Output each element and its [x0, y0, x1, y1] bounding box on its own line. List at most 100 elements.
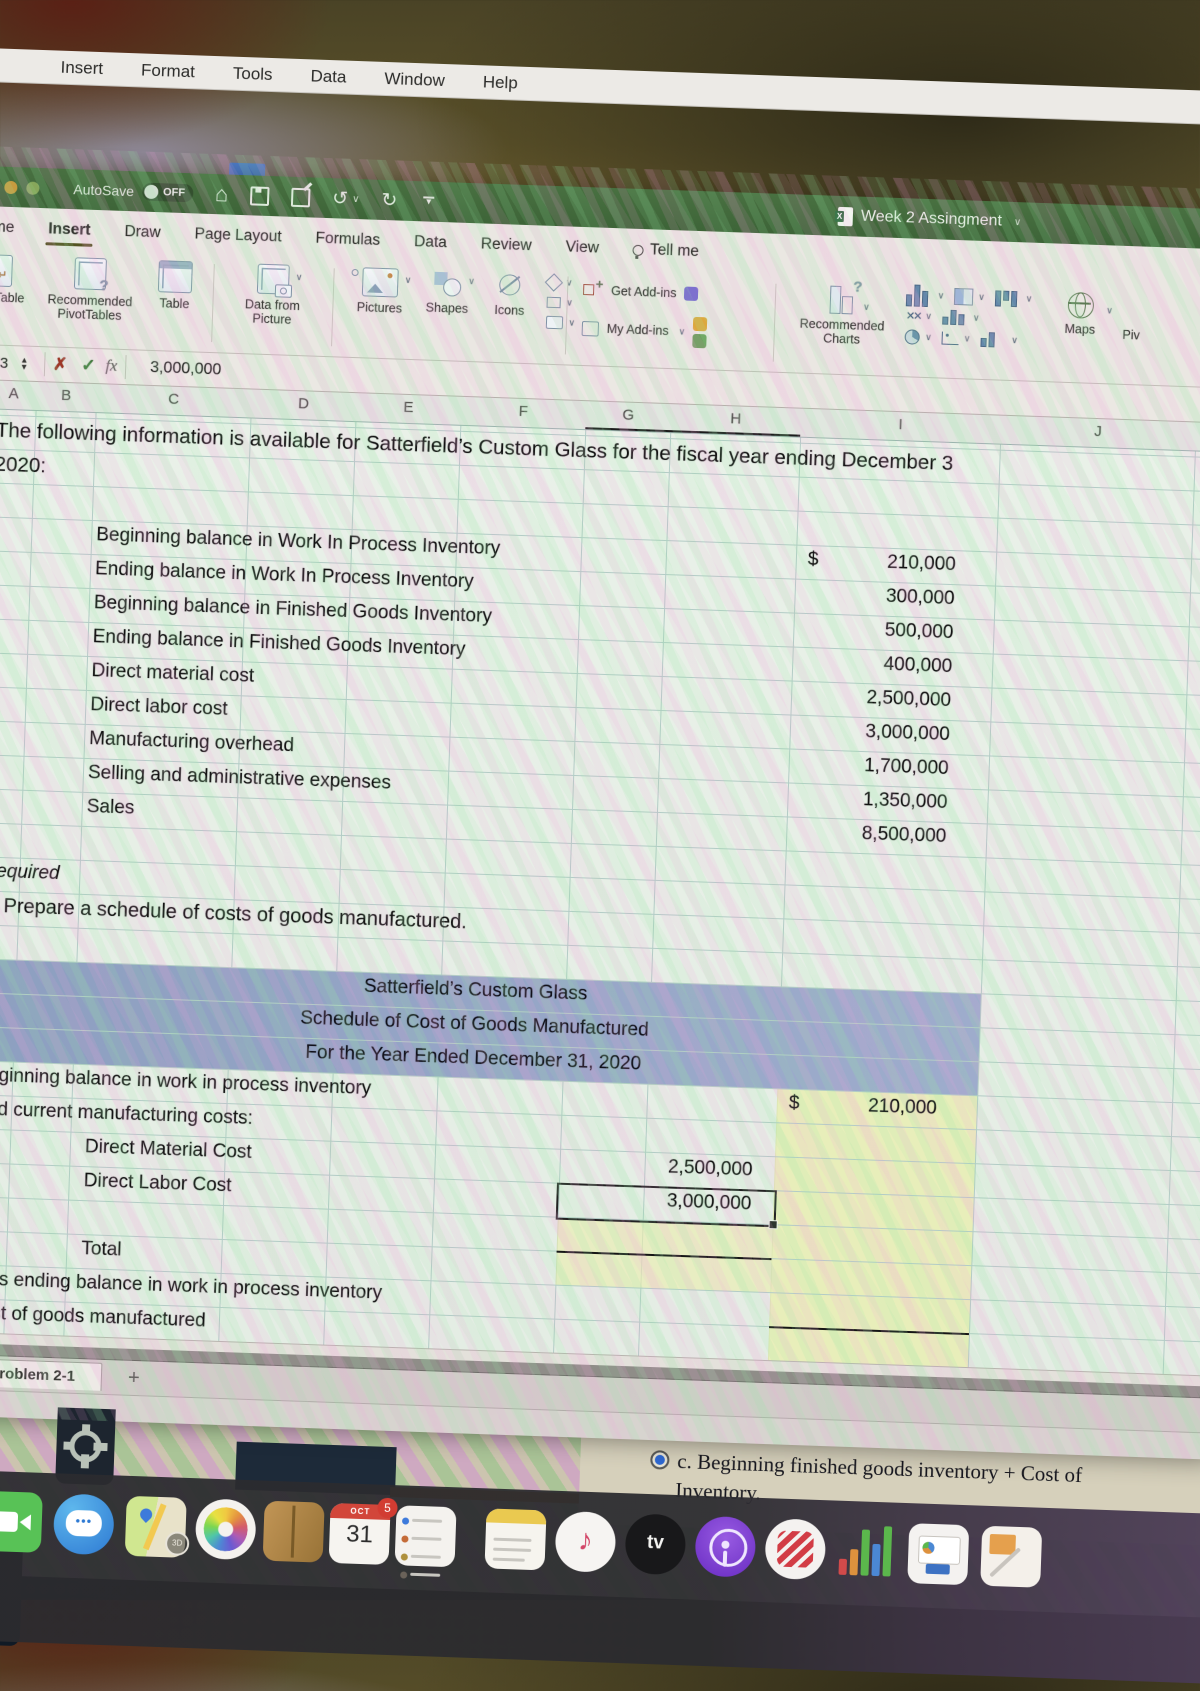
grid-cell[interactable]: [343, 733, 451, 771]
grid-cell[interactable]: [665, 541, 798, 579]
calendar-dock-icon[interactable]: OCT 31 5: [328, 1497, 398, 1565]
recommended-pivottables-button[interactable]: ? Recommended PivotTables: [35, 256, 145, 324]
tab-draw[interactable]: Draw: [122, 219, 163, 246]
grid-cell[interactable]: [234, 832, 342, 869]
cancel-icon[interactable]: ✗: [53, 355, 68, 375]
grid-cell[interactable]: [340, 801, 449, 839]
home-icon[interactable]: ⌂: [215, 181, 229, 207]
column-header-I[interactable]: I: [800, 413, 1000, 437]
grid-cell[interactable]: [0, 483, 35, 518]
grid-cell[interactable]: [667, 473, 800, 511]
grid-cell[interactable]: [974, 1130, 1172, 1171]
grid-cell[interactable]: [448, 737, 576, 775]
grid-cell[interactable]: [0, 755, 25, 790]
grid-cell[interactable]: [352, 462, 460, 499]
grid-cell[interactable]: [323, 1311, 431, 1349]
autosave-toggle[interactable]: OFF: [141, 182, 194, 203]
grid-cell[interactable]: [660, 676, 793, 715]
column-header-H[interactable]: H: [670, 408, 801, 430]
keynote-dock-icon[interactable]: [907, 1523, 970, 1586]
grid-cell[interactable]: [218, 1307, 326, 1345]
grid-cell[interactable]: [652, 914, 785, 953]
grid-cell[interactable]: [656, 778, 790, 817]
podcasts-dock-icon[interactable]: [694, 1515, 757, 1578]
grid-cell[interactable]: [575, 674, 663, 710]
grid-cell[interactable]: [582, 470, 670, 507]
grid-cell[interactable]: [972, 1198, 1170, 1239]
tab-home[interactable]: Home: [0, 214, 17, 242]
grid-cell[interactable]: [30, 518, 93, 555]
grid-cell[interactable]: [576, 640, 664, 677]
grid-cell[interactable]: [986, 790, 1184, 831]
grid-cell[interactable]: [222, 1172, 331, 1209]
grid-cell[interactable]: [221, 1205, 329, 1243]
grid-cell[interactable]: [573, 741, 661, 778]
grid-cell[interactable]: [997, 484, 1195, 525]
grid-cell[interactable]: [443, 873, 571, 911]
pivottable-button[interactable]: ↵ PivotTable: [0, 253, 34, 306]
grid-cell[interactable]: [449, 703, 577, 742]
grid-cell[interactable]: [569, 843, 657, 880]
zoom-window-button[interactable]: [26, 181, 40, 195]
menu-item-data[interactable]: Data: [310, 66, 347, 87]
grid-cell[interactable]: [655, 812, 788, 851]
grid-cell[interactable]: [93, 453, 251, 492]
grid-cell[interactable]: [28, 586, 91, 622]
grid-cell[interactable]: [429, 1281, 557, 1319]
grid-cell[interactable]: [968, 1300, 1167, 1340]
grid-cell[interactable]: [450, 669, 578, 708]
grid-cell[interactable]: [451, 635, 579, 674]
insert-function-icon[interactable]: fx: [105, 357, 117, 375]
grid-cell[interactable]: [5, 1232, 68, 1268]
icons-button[interactable]: Icons: [481, 271, 539, 318]
name-box[interactable]: 23: [0, 353, 13, 372]
grid-cell[interactable]: [327, 1175, 436, 1213]
grid-cell[interactable]: [447, 771, 575, 809]
treemap-chart-icon[interactable]: ∨: [953, 287, 985, 306]
menu-item-tools[interactable]: Tools: [233, 63, 273, 84]
grid-cell[interactable]: [29, 552, 92, 588]
grid-cell[interactable]: [780, 953, 983, 994]
grid-cell[interactable]: [577, 606, 666, 643]
column-header-G[interactable]: G: [586, 405, 672, 425]
column-header-B[interactable]: B: [36, 386, 97, 405]
grid-cell[interactable]: [976, 1096, 1174, 1137]
grid-cell[interactable]: [0, 517, 33, 552]
grid-cell[interactable]: [344, 699, 452, 737]
grid-cell[interactable]: [581, 504, 669, 541]
grid-cell[interactable]: [345, 665, 453, 703]
tab-insert[interactable]: Insert: [46, 216, 93, 244]
tab-review[interactable]: Review: [478, 231, 534, 259]
grid-cell[interactable]: [432, 1179, 560, 1217]
grid-cell[interactable]: [561, 1081, 649, 1118]
tab-data[interactable]: Data: [412, 229, 450, 256]
menu-item-help[interactable]: Help: [482, 72, 518, 93]
grid-cell[interactable]: [637, 1322, 771, 1361]
menu-item-format[interactable]: Format: [141, 60, 195, 82]
ribbon-collapse-icon[interactable]: ▾: [423, 196, 435, 208]
grid-cell[interactable]: [572, 775, 660, 812]
document-title-area[interactable]: Week 2 Assingment ∨: [837, 196, 1022, 242]
grid-cell[interactable]: [980, 960, 1178, 1001]
grid-cell[interactable]: [457, 465, 585, 504]
pie-chart-icon[interactable]: ∨: [904, 328, 932, 345]
grid-cell[interactable]: [326, 1209, 434, 1247]
grid-cell[interactable]: [444, 839, 572, 877]
formula-bar-value[interactable]: 3,000,000: [150, 359, 222, 379]
grid-cell[interactable]: [21, 790, 84, 826]
grid-cell[interactable]: [456, 499, 584, 538]
grid-cell[interactable]: [76, 928, 234, 968]
grid-cell[interactable]: [0, 619, 30, 654]
grid-cell[interactable]: [554, 1285, 642, 1322]
grid-cell[interactable]: [782, 919, 985, 960]
grid-cell[interactable]: [580, 538, 668, 575]
minimize-window-button[interactable]: [4, 180, 18, 194]
grid-cell[interactable]: [24, 688, 87, 724]
grid-cell[interactable]: [8, 1164, 71, 1200]
name-box-stepper[interactable]: ▲ ▼: [20, 355, 28, 371]
grid-cell[interactable]: [338, 869, 446, 907]
grid-cell[interactable]: [239, 696, 347, 733]
grid-cell[interactable]: [985, 824, 1183, 865]
notes-dock-icon[interactable]: [484, 1508, 547, 1571]
grid-cell[interactable]: [0, 585, 31, 620]
